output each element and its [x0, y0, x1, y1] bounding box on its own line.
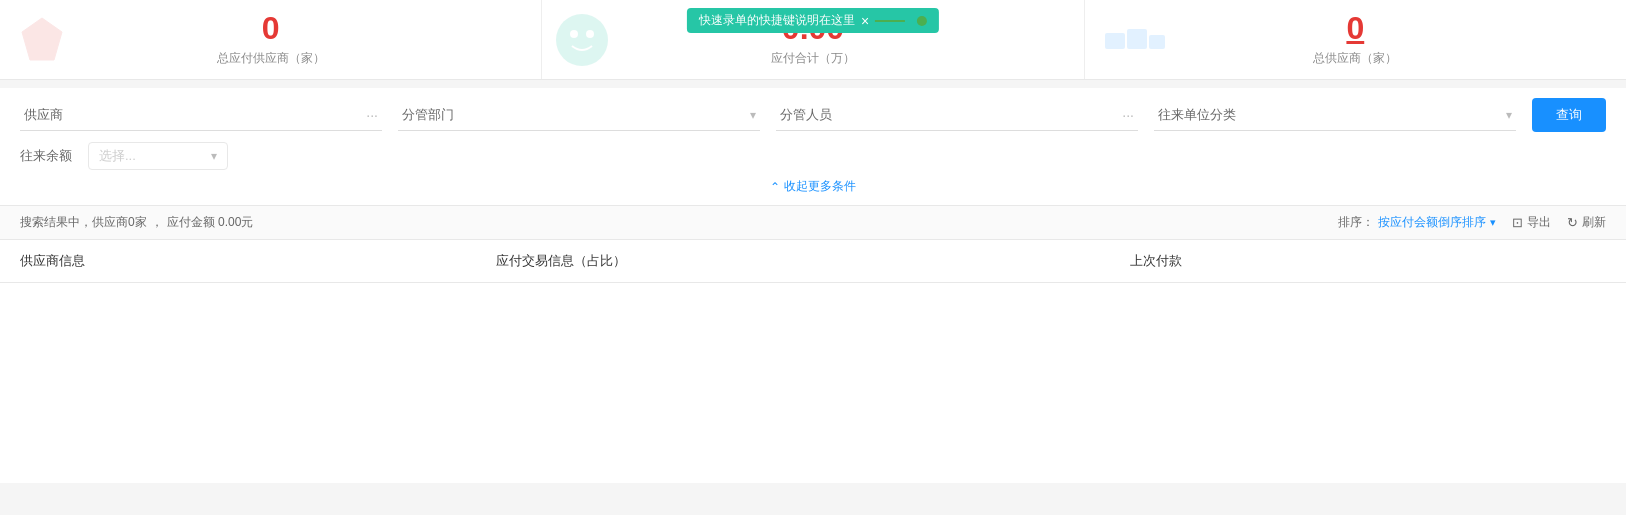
person-ellipsis-icon[interactable]: ··· [1122, 107, 1134, 123]
balance-label: 往来余额 [20, 147, 72, 165]
results-summary: 搜索结果中，供应商0家 ， 应付金额 0.00元 [20, 214, 253, 231]
total-suppliers-number: 0 [1346, 12, 1364, 44]
tooltip-text: 快速录单的快捷键说明在这里 [699, 12, 855, 29]
stat-payable-total: 快速录单的快捷键说明在这里 × 0.00 应付合计（万） [542, 0, 1084, 79]
svg-text:♦: ♦ [38, 33, 45, 49]
department-dropdown-icon[interactable]: ▾ [750, 108, 756, 122]
stats-bar: ♦ 0 总应付供应商（家） 快速录单的快捷键说明在这里 × 0.00 应付合计（… [0, 0, 1626, 80]
person-label: 分管人员 [780, 106, 832, 124]
sort-label: 排序： [1338, 214, 1374, 231]
stat-total-payable-suppliers: ♦ 0 总应付供应商（家） [0, 0, 542, 79]
results-bar: 搜索结果中，供应商0家 ， 应付金额 0.00元 排序： 按应付会额倒序排序 ▾… [0, 206, 1626, 240]
results-separator: ， [151, 214, 163, 231]
balance-dropdown-icon: ▾ [211, 149, 217, 163]
collapse-label: 收起更多条件 [784, 178, 856, 195]
payable-suppliers-label: 总应付供应商（家） [217, 50, 325, 67]
unit-category-filter: 往来单位分类 ▾ [1154, 100, 1516, 131]
table-header: 供应商信息 应付交易信息（占比） 上次付款 [0, 240, 1626, 283]
payable-total-label: 应付合计（万） [771, 50, 855, 67]
sort-value[interactable]: 按应付会额倒序排序 [1378, 214, 1486, 231]
tooltip-close-button[interactable]: × [861, 14, 869, 28]
export-button[interactable]: ⊡ 导出 [1512, 214, 1551, 231]
collapse-button[interactable]: ⌃ 收起更多条件 [20, 178, 1606, 195]
svg-point-3 [570, 30, 578, 38]
column-supplier-info: 供应商信息 [20, 252, 496, 270]
person-filter: 分管人员 ··· [776, 100, 1138, 131]
svg-rect-6 [1127, 29, 1147, 49]
refresh-button[interactable]: ↻ 刷新 [1567, 214, 1606, 231]
supplier-input[interactable] [69, 107, 366, 122]
supplier-input-area: ··· [69, 107, 378, 123]
sort-area: 排序： 按应付会额倒序排序 ▾ [1338, 214, 1496, 231]
refresh-icon: ↻ [1567, 215, 1578, 230]
supplier-label: 供应商 [24, 106, 63, 124]
balance-select[interactable]: 选择... ▾ [88, 142, 228, 170]
results-actions: 排序： 按应付会额倒序排序 ▾ ⊡ 导出 ↻ 刷新 [1338, 214, 1606, 231]
department-select-area: ▾ [460, 108, 756, 122]
tooltip-line [875, 20, 905, 22]
table-body [0, 283, 1626, 483]
tooltip-bar: 快速录单的快捷键说明在这里 × [687, 8, 939, 33]
supplier-filter: 供应商 ··· [20, 100, 382, 131]
collapse-arrow-icon: ⌃ [770, 180, 780, 194]
diamond-icon: ♦ [16, 14, 68, 66]
sort-arrow-icon[interactable]: ▾ [1490, 216, 1496, 229]
total-suppliers-label: 总供应商（家） [1313, 50, 1397, 67]
balance-filter: 往来余额 选择... ▾ [20, 142, 228, 170]
department-filter: 分管部门 ▾ [398, 100, 760, 131]
unit-category-label: 往来单位分类 [1158, 106, 1236, 124]
results-amount: 应付金额 0.00元 [167, 214, 254, 231]
svg-point-2 [556, 14, 608, 66]
query-button[interactable]: 查询 [1532, 98, 1606, 132]
cloud-icon [1095, 15, 1175, 65]
filter-bar: 供应商 ··· 分管部门 ▾ 分管人员 ··· 往来单位分类 ▾ [0, 88, 1626, 206]
results-text: 搜索结果中，供应商0家 [20, 214, 147, 231]
balance-placeholder: 选择... [99, 147, 211, 165]
svg-rect-5 [1105, 33, 1125, 49]
export-label: 导出 [1527, 214, 1551, 231]
person-input[interactable] [838, 107, 1122, 122]
export-icon: ⊡ [1512, 215, 1523, 230]
pig-icon [552, 10, 612, 70]
column-transaction-info: 应付交易信息（占比） [496, 252, 1130, 270]
unit-category-dropdown-icon[interactable]: ▾ [1506, 108, 1512, 122]
department-label: 分管部门 [402, 106, 454, 124]
refresh-label: 刷新 [1582, 214, 1606, 231]
svg-rect-7 [1149, 35, 1165, 49]
supplier-ellipsis-icon[interactable]: ··· [366, 107, 378, 123]
svg-point-4 [586, 30, 594, 38]
payable-suppliers-number: 0 [262, 12, 280, 44]
tooltip-dot [917, 16, 927, 26]
person-input-area: ··· [838, 107, 1134, 123]
unit-category-select-area: ▾ [1242, 108, 1512, 122]
column-last-payment: 上次付款 [1130, 252, 1606, 270]
stat-total-suppliers: 0 总供应商（家） [1085, 0, 1626, 79]
